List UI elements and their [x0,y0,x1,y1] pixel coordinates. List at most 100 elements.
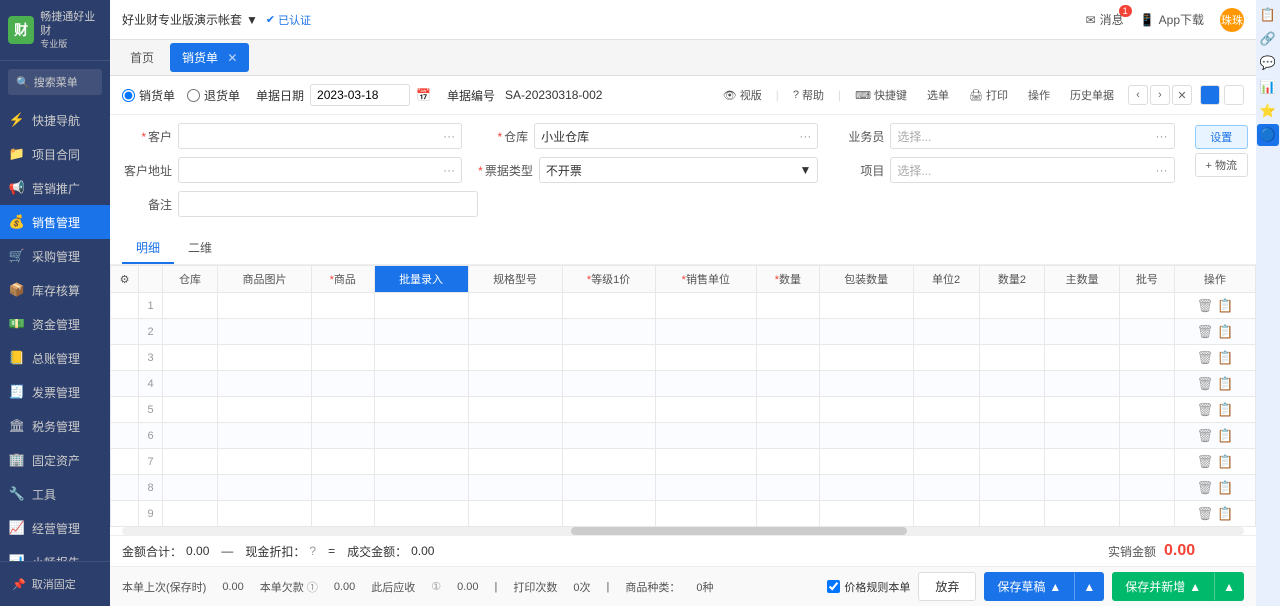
tab-2d[interactable]: 二维 [174,233,226,264]
cell-batch[interactable] [1119,345,1174,371]
cell-pack-qty[interactable] [819,423,913,449]
shortcut-btn[interactable]: ⌨ 快捷键 [849,85,913,105]
cell-warehouse[interactable] [163,319,218,345]
save-draft-button[interactable]: 保存草稿 ▲ [984,572,1074,601]
price-rule-checkbox-label[interactable]: 价格规则本单 [827,579,910,595]
cell-unit2[interactable] [913,423,979,449]
sidebar-item-12[interactable]: 🔧工具 [0,477,110,511]
cell-unit2[interactable] [913,293,979,319]
cell-sales-unit[interactable] [655,397,757,423]
cell-batch[interactable] [1119,371,1174,397]
cell-sales-unit[interactable] [655,293,757,319]
cell-quantity[interactable] [757,449,820,475]
cell-price1[interactable] [562,293,655,319]
copy-row-icon[interactable]: 📋 [1217,454,1233,470]
prev-arrow[interactable]: ‹ [1128,85,1148,105]
cell-qty2[interactable] [979,319,1045,345]
cell-spec[interactable] [468,397,562,423]
radio-sales[interactable]: 销货单 [122,87,175,104]
tab-sales-order[interactable]: 销货单 ✕ [170,43,249,72]
grid-view-btn[interactable] [1200,85,1220,105]
th-unit2[interactable]: 单位2 [913,266,979,293]
cell-product[interactable] [311,319,374,345]
th-pack-qty[interactable]: 包装数量 [819,266,913,293]
cell-sales-unit[interactable] [655,449,757,475]
unpin-button[interactable]: 📌 取消固定 [8,570,102,598]
user-avatar[interactable]: 珠珠 [1220,8,1244,32]
cell-batch-import[interactable] [374,475,468,501]
sidebar-item-5[interactable]: 🛒采购管理 [0,239,110,273]
cell-warehouse[interactable] [163,371,218,397]
date-input[interactable] [310,84,410,106]
cell-main-qty[interactable] [1045,319,1119,345]
cell-spec[interactable] [468,449,562,475]
cell-sales-unit[interactable] [655,501,757,527]
cell-product[interactable] [311,475,374,501]
ops-btn[interactable]: 操作 [1022,85,1056,105]
history-btn[interactable]: 历史单据 [1064,85,1120,105]
cell-price1[interactable] [562,423,655,449]
th-gear[interactable]: ⚙ [111,266,139,293]
sidebar-item-8[interactable]: 📒总账管理 [0,341,110,375]
cell-warehouse[interactable] [163,397,218,423]
cell-pack-qty[interactable] [819,345,913,371]
invoice-select[interactable]: 不开票 ▼ [539,157,818,183]
sidebar-item-14[interactable]: 📊小畅报告 [0,545,110,561]
sidebar-item-9[interactable]: 🧾发票管理 [0,375,110,409]
cell-pack-qty[interactable] [819,397,913,423]
sidebar-item-13[interactable]: 📈经营管理 [0,511,110,545]
th-spec[interactable]: 规格型号 [468,266,562,293]
right-panel-icon-3[interactable]: 💬 [1257,52,1279,74]
warehouse-picker-icon[interactable]: ··· [799,129,811,143]
sidebar-item-2[interactable]: 📁项目合同 [0,137,110,171]
cell-unit2[interactable] [913,371,979,397]
next-arrow[interactable]: › [1150,85,1170,105]
payable-info-icon[interactable]: ① [307,582,318,594]
cell-main-qty[interactable] [1045,397,1119,423]
address-input[interactable]: ··· [178,157,462,183]
cell-price1[interactable] [562,371,655,397]
cell-price1[interactable] [562,449,655,475]
cell-pack-qty[interactable] [819,319,913,345]
cell-main-qty[interactable] [1045,293,1119,319]
cell-unit2[interactable] [913,449,979,475]
cell-pack-qty[interactable] [819,449,913,475]
right-panel-icon-4[interactable]: 📊 [1257,76,1279,98]
cell-qty2[interactable] [979,371,1045,397]
cell-product[interactable] [311,345,374,371]
right-panel-icon-5[interactable]: ⭐ [1257,100,1279,122]
delete-row-icon[interactable]: 🗑 [1197,454,1214,470]
cell-quantity[interactable] [757,345,820,371]
cell-spec[interactable] [468,293,562,319]
delete-row-icon[interactable]: 🗑 [1197,402,1214,418]
cell-main-qty[interactable] [1045,475,1119,501]
cell-pack-qty[interactable] [819,501,913,527]
cell-qty2[interactable] [979,345,1045,371]
th-batch-import[interactable]: 批量录入 [374,266,468,293]
cell-qty2[interactable] [979,397,1045,423]
cell-quantity[interactable] [757,371,820,397]
th-sales-unit[interactable]: *销售单位 [655,266,757,293]
note-input[interactable] [178,191,478,217]
app-download-button[interactable]: 📱 App下载 [1140,11,1204,28]
cell-spec[interactable] [468,501,562,527]
set-button[interactable]: 设置 [1195,125,1248,149]
search-menu-button[interactable]: 🔍 搜索菜单 [8,69,102,95]
staff-picker-icon[interactable]: ··· [1156,129,1168,143]
cell-unit2[interactable] [913,319,979,345]
cell-product[interactable] [311,423,374,449]
cell-quantity[interactable] [757,397,820,423]
radio-return[interactable]: 退货单 [187,87,240,104]
list-view-btn[interactable] [1224,85,1244,105]
view-btn[interactable]: 👁 视版 [717,85,768,105]
cell-pack-qty[interactable] [819,371,913,397]
company-selector[interactable]: 好业财专业版演示帐套 ▼ [122,11,258,28]
cell-warehouse[interactable] [163,475,218,501]
cell-spec[interactable] [468,475,562,501]
delete-row-icon[interactable]: 🗑 [1197,480,1214,496]
scroll-thumb[interactable] [571,527,908,535]
cell-batch-import[interactable] [374,319,468,345]
cell-batch-import[interactable] [374,371,468,397]
receivable-info-icon[interactable]: ① [431,580,441,593]
cell-product[interactable] [311,449,374,475]
